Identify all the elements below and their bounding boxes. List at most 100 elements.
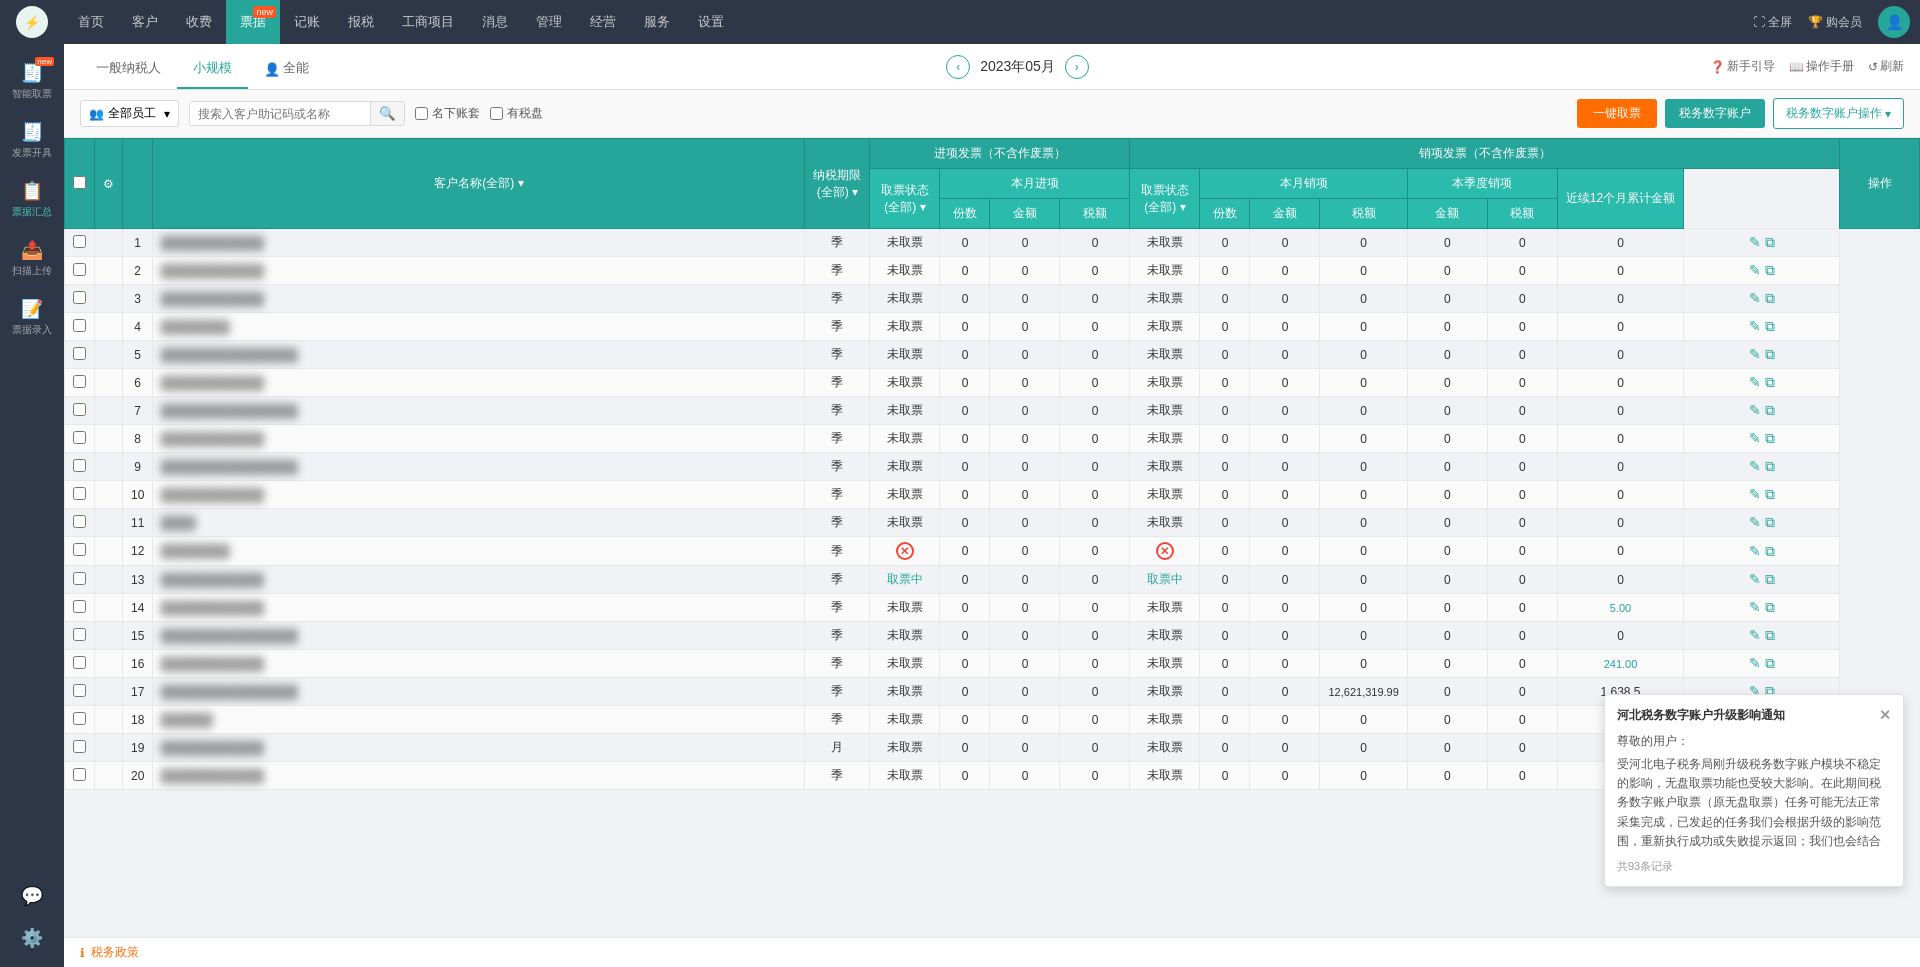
copy-icon[interactable]: ⧉: [1765, 458, 1775, 475]
sidebar-item-message[interactable]: 💬: [4, 877, 60, 915]
checkbox-has-taxdisk[interactable]: 有税盘: [490, 105, 543, 122]
nav-business[interactable]: 工商项目: [388, 0, 468, 44]
row-checkbox[interactable]: [73, 263, 86, 276]
row-checkbox[interactable]: [73, 459, 86, 472]
copy-icon[interactable]: ⧉: [1765, 318, 1775, 335]
sidebar-item-scan-upload[interactable]: 📤 扫描上传: [4, 231, 60, 286]
has-taxdisk-checkbox[interactable]: [490, 107, 503, 120]
edit-icon[interactable]: ✎: [1749, 262, 1761, 279]
fetch-out-filter[interactable]: ▾: [1180, 200, 1186, 214]
edit-icon[interactable]: ✎: [1749, 430, 1761, 447]
edit-icon[interactable]: ✎: [1749, 458, 1761, 475]
sidebar-item-summary[interactable]: 📋 票据汇总: [4, 172, 60, 227]
next-period-btn[interactable]: ›: [1065, 55, 1089, 79]
row-checkbox[interactable]: [73, 572, 86, 585]
copy-icon[interactable]: ⧉: [1765, 571, 1775, 588]
nav-manage[interactable]: 管理: [522, 0, 576, 44]
edit-icon[interactable]: ✎: [1749, 318, 1761, 335]
nav-tax[interactable]: 报税: [334, 0, 388, 44]
row-checkbox[interactable]: [73, 712, 86, 725]
edit-icon[interactable]: ✎: [1749, 655, 1761, 672]
edit-icon[interactable]: ✎: [1749, 514, 1761, 531]
digital-account-btn[interactable]: 税务数字账户: [1665, 99, 1765, 128]
edit-icon[interactable]: ✎: [1749, 486, 1761, 503]
tab-small-scale[interactable]: 小规模: [177, 44, 248, 89]
copy-icon[interactable]: ⧉: [1765, 234, 1775, 251]
edit-icon[interactable]: ✎: [1749, 599, 1761, 616]
row-checkbox[interactable]: [73, 515, 86, 528]
filter-icon[interactable]: ▾: [518, 176, 524, 190]
edit-icon[interactable]: ✎: [1749, 234, 1761, 251]
nav-client[interactable]: 客户: [118, 0, 172, 44]
copy-icon[interactable]: ⧉: [1765, 655, 1775, 672]
row-checkbox[interactable]: [73, 740, 86, 753]
notification-close-btn[interactable]: ✕: [1879, 707, 1891, 723]
nav-invoice[interactable]: 票据 new: [226, 0, 280, 44]
row-checkbox[interactable]: [73, 656, 86, 669]
nav-fee[interactable]: 收费: [172, 0, 226, 44]
row-checkbox[interactable]: [73, 768, 86, 781]
search-button[interactable]: 🔍: [370, 102, 404, 125]
copy-icon[interactable]: ⧉: [1765, 599, 1775, 616]
fullscreen-btn[interactable]: ⛶ 全屏: [1753, 14, 1792, 31]
copy-icon[interactable]: ⧉: [1765, 262, 1775, 279]
copy-icon[interactable]: ⧉: [1765, 402, 1775, 419]
row-checkbox[interactable]: [73, 628, 86, 641]
prev-period-btn[interactable]: ‹: [946, 55, 970, 79]
edit-icon[interactable]: ✎: [1749, 346, 1761, 363]
row-checkbox[interactable]: [73, 291, 86, 304]
sidebar-item-config[interactable]: ⚙️: [4, 919, 60, 957]
member-btn[interactable]: 🏆 购会员: [1808, 14, 1862, 31]
copy-icon[interactable]: ⧉: [1765, 543, 1775, 560]
tax-policy-link[interactable]: 税务政策: [91, 944, 139, 961]
under-account-checkbox[interactable]: [415, 107, 428, 120]
row-checkbox[interactable]: [73, 375, 86, 388]
row-checkbox[interactable]: [73, 235, 86, 248]
tab-all-capabilities[interactable]: 👤全能: [248, 44, 325, 89]
refresh-link[interactable]: ↺刷新: [1868, 58, 1904, 75]
tab-general-taxpayer[interactable]: 一般纳税人: [80, 44, 177, 89]
nav-operations[interactable]: 经营: [576, 0, 630, 44]
row-checkbox[interactable]: [73, 347, 86, 360]
edit-icon[interactable]: ✎: [1749, 571, 1761, 588]
edit-icon[interactable]: ✎: [1749, 402, 1761, 419]
copy-icon[interactable]: ⧉: [1765, 374, 1775, 391]
checkbox-under-account[interactable]: 名下账套: [415, 105, 480, 122]
edit-icon[interactable]: ✎: [1749, 290, 1761, 307]
search-input[interactable]: [190, 103, 370, 125]
fetch-in-filter[interactable]: ▾: [920, 200, 926, 214]
period-filter-icon[interactable]: ▾: [852, 185, 858, 199]
row-checkbox[interactable]: [73, 431, 86, 444]
copy-icon[interactable]: ⧉: [1765, 346, 1775, 363]
sidebar-item-smart-fetch[interactable]: 🧾 智能取票 new: [4, 54, 60, 109]
copy-icon[interactable]: ⧉: [1765, 430, 1775, 447]
edit-icon[interactable]: ✎: [1749, 374, 1761, 391]
nav-service[interactable]: 服务: [630, 0, 684, 44]
sidebar-item-open-invoice[interactable]: 🧾 发票开具: [4, 113, 60, 168]
one-click-fetch-btn[interactable]: 一键取票: [1577, 99, 1657, 128]
row-checkbox[interactable]: [73, 319, 86, 332]
edit-icon[interactable]: ✎: [1749, 543, 1761, 560]
copy-icon[interactable]: ⧉: [1765, 486, 1775, 503]
copy-icon[interactable]: ⧉: [1765, 290, 1775, 307]
row-checkbox[interactable]: [73, 600, 86, 613]
nav-home[interactable]: 首页: [64, 0, 118, 44]
logo[interactable]: ⚡: [10, 0, 54, 44]
digital-ops-btn[interactable]: 税务数字账户操作 ▾: [1773, 98, 1904, 129]
employee-selector[interactable]: 👥 全部员工 ▾: [80, 100, 179, 127]
copy-icon[interactable]: ⧉: [1765, 627, 1775, 644]
nav-message[interactable]: 消息: [468, 0, 522, 44]
nav-settings[interactable]: 设置: [684, 0, 738, 44]
copy-icon[interactable]: ⧉: [1765, 514, 1775, 531]
new-guide-link[interactable]: ❓新手引导: [1710, 58, 1775, 75]
manual-link[interactable]: 📖操作手册: [1789, 58, 1854, 75]
edit-icon[interactable]: ✎: [1749, 627, 1761, 644]
row-checkbox[interactable]: [73, 487, 86, 500]
nav-bookkeeping[interactable]: 记账: [280, 0, 334, 44]
select-all-checkbox[interactable]: [73, 176, 86, 189]
row-checkbox[interactable]: [73, 684, 86, 697]
row-checkbox[interactable]: [73, 403, 86, 416]
user-avatar[interactable]: 👤: [1878, 6, 1910, 38]
row-checkbox[interactable]: [73, 543, 86, 556]
sidebar-item-record-entry[interactable]: 📝 票据录入: [4, 290, 60, 345]
